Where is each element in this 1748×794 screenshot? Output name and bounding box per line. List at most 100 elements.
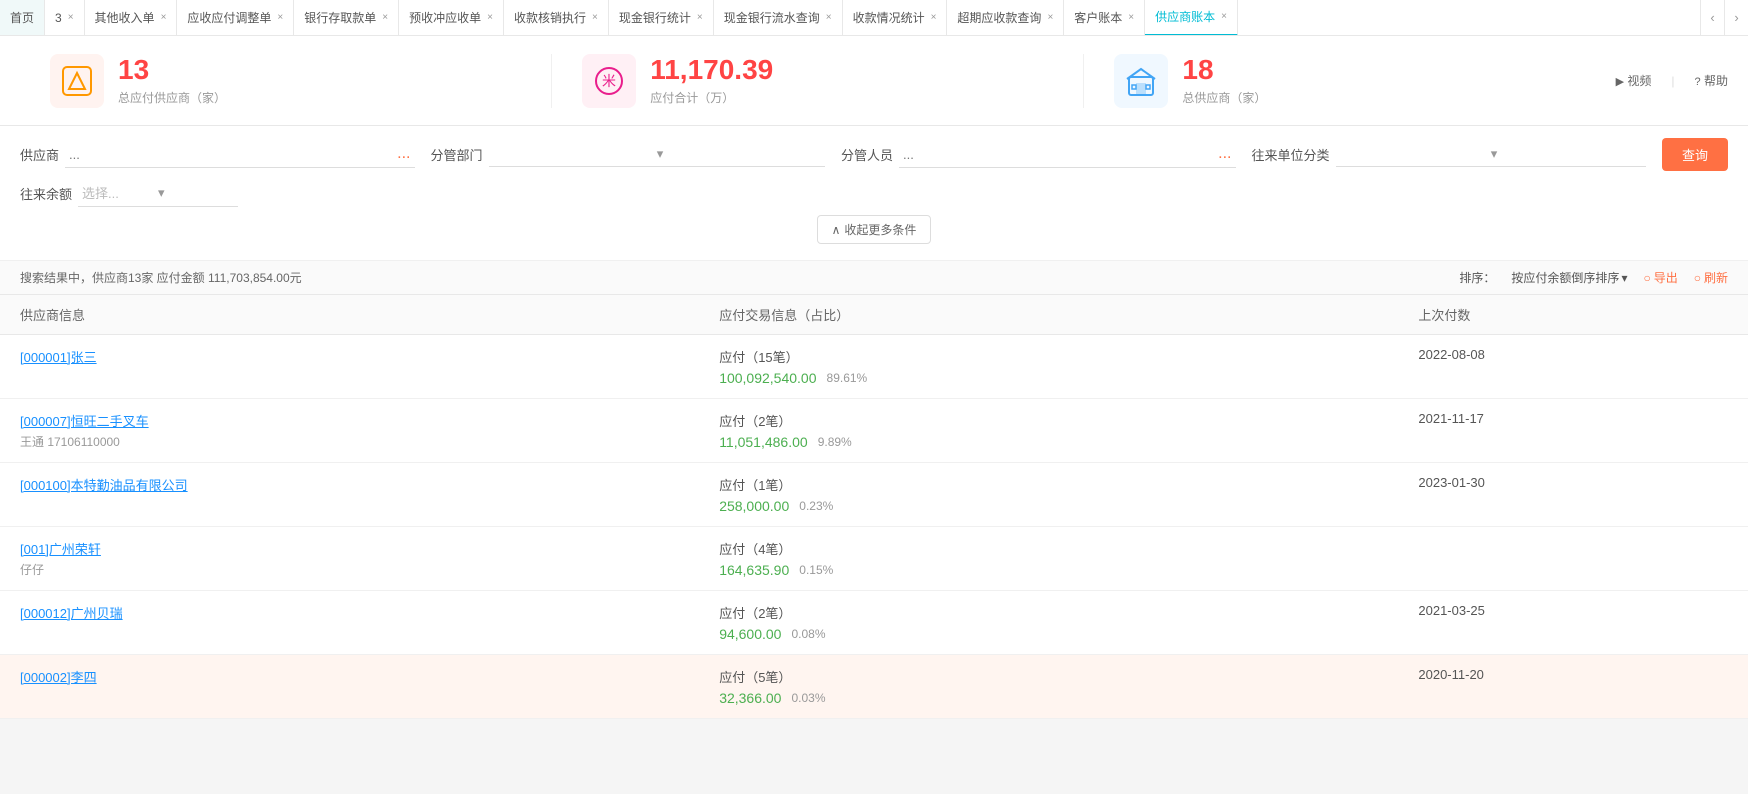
filter-row-2: 往来余额 选择... ▾ — [20, 179, 1728, 207]
dept-label: 分管部门 — [431, 145, 483, 164]
nav-tab-4[interactable]: 银行存取款单× — [294, 0, 399, 36]
close-tab-6[interactable]: × — [592, 12, 598, 23]
person-input[interactable] — [903, 147, 1218, 162]
close-tab-7[interactable]: × — [697, 12, 703, 23]
amount-value-4: 94,600.00 — [719, 626, 781, 642]
supplier-input[interactable] — [69, 147, 397, 162]
cell-last-payment-1: 2021-11-17 — [1398, 399, 1748, 463]
nav-tab-6[interactable]: 收款核销执行× — [504, 0, 609, 36]
col-header-supplier: 供应商信息 — [0, 295, 699, 335]
balance-value: 选择... — [82, 183, 158, 202]
summary-card-text-2: 18总供应商（家） — [1182, 55, 1266, 106]
supplier-dots[interactable]: ... — [397, 145, 410, 163]
supplier-link-1[interactable]: [000007]恒旺二手叉车 — [20, 414, 149, 429]
nav-tab-2[interactable]: 其他收入单× — [85, 0, 178, 36]
nav-tab-12[interactable]: 供应商账本× — [1145, 0, 1238, 36]
nav-tab-5[interactable]: 预收冲应收单× — [399, 0, 504, 36]
refresh-button[interactable]: ○ 刷新 — [1694, 269, 1728, 286]
cell-last-payment-0: 2022-08-08 — [1398, 335, 1748, 399]
summary-card-label-0: 总应付供应商（家） — [118, 89, 226, 106]
dept-filter: 分管部门 ▾ — [431, 142, 826, 167]
supplier-sub-3: 仔仔 — [20, 561, 679, 578]
export-button[interactable]: ○ 导出 — [1643, 269, 1677, 286]
search-button[interactable]: 查询 — [1662, 138, 1728, 171]
category-label: 往来单位分类 — [1252, 145, 1330, 164]
person-dots[interactable]: ... — [1218, 145, 1231, 163]
close-tab-12[interactable]: × — [1221, 11, 1227, 22]
video-link[interactable]: ▶ 视频 — [1616, 72, 1652, 89]
amount-value-2: 258,000.00 — [719, 498, 789, 514]
amount-percent-3: 0.15% — [799, 563, 833, 577]
supplier-link-4[interactable]: [000012]广州贝瑞 — [20, 606, 123, 621]
close-tab-8[interactable]: × — [826, 12, 832, 23]
summary-card-number-1: 11,170.39 — [650, 55, 773, 86]
col-header-transaction: 应付交易信息（占比） — [699, 295, 1398, 335]
close-tab-3[interactable]: × — [277, 12, 283, 23]
table-row: [000007]恒旺二手叉车王通 17106110000 应付（2笔）11,051… — [0, 399, 1748, 463]
summary-card-0: 13 总应付供应商（家） — [20, 54, 552, 108]
supplier-input-wrapper[interactable]: ... — [65, 141, 414, 168]
close-tab-1[interactable]: × — [68, 12, 74, 23]
collapse-button[interactable]: ∧ 收起更多条件 — [817, 215, 932, 244]
cell-supplier-5: [000002]李四 — [0, 655, 699, 719]
cell-transaction-4: 应付（2笔）94,600.000.08% — [699, 591, 1398, 655]
amount-percent-1: 9.89% — [818, 435, 852, 449]
close-tab-4[interactable]: × — [382, 12, 388, 23]
supplier-link-3[interactable]: [001]广州荣轩 — [20, 542, 101, 557]
help-link[interactable]: ? 帮助 — [1695, 72, 1728, 89]
amount-label-5: 应付（5笔） — [719, 667, 1378, 686]
supplier-link-5[interactable]: [000002]李四 — [20, 670, 97, 685]
cell-transaction-5: 应付（5笔）32,366.000.03% — [699, 655, 1398, 719]
supplier-sub-1: 王通 17106110000 — [20, 433, 679, 450]
close-tab-2[interactable]: × — [161, 12, 167, 23]
nav-tab-3[interactable]: 应收应付调整单× — [177, 0, 294, 36]
summary-card-number-2: 18 — [1182, 55, 1266, 86]
cell-last-payment-3 — [1398, 527, 1748, 591]
cell-supplier-0: [000001]张三 — [0, 335, 699, 399]
svg-text:米: 米 — [602, 73, 616, 89]
person-input-wrapper[interactable]: ... — [899, 141, 1235, 168]
sort-label: 排序： — [1459, 269, 1495, 286]
summary-card-icon-1: 米 — [582, 54, 636, 108]
amount-label-3: 应付（4笔） — [719, 539, 1378, 558]
nav-tab-7[interactable]: 现金银行统计× — [609, 0, 714, 36]
cell-last-payment-4: 2021-03-25 — [1398, 591, 1748, 655]
table-container: 供应商信息 应付交易信息（占比） 上次付数 [000001]张三应付（15笔）1… — [0, 295, 1748, 719]
category-select[interactable]: ▾ — [1336, 142, 1646, 167]
nav-arrow-right[interactable]: › — [1724, 0, 1748, 36]
supplier-link-2[interactable]: [000100]本特勤油品有限公司 — [20, 478, 188, 493]
close-tab-9[interactable]: × — [931, 12, 937, 23]
dept-select[interactable]: ▾ — [489, 142, 825, 167]
nav-tab-0[interactable]: 首页 — [0, 0, 45, 36]
table-header-row: 供应商信息 应付交易信息（占比） 上次付数 — [0, 295, 1748, 335]
nav-arrow-left[interactable]: ‹ — [1700, 0, 1724, 36]
amount-percent-2: 0.23% — [799, 499, 833, 513]
close-tab-10[interactable]: × — [1047, 12, 1053, 23]
nav-tab-11[interactable]: 客户账本× — [1064, 0, 1145, 36]
cell-supplier-3: [001]广州荣轩仔仔 — [0, 527, 699, 591]
help-icon: ? — [1695, 76, 1701, 88]
balance-select[interactable]: 选择... ▾ — [78, 179, 238, 207]
nav-tab-9[interactable]: 收款情况统计× — [843, 0, 948, 36]
summary-bar: 13 总应付供应商（家） 米 11,170.39 应付合计（万） 18总供应商（家） ▶ … — [0, 36, 1748, 126]
amount-percent-0: 89.61% — [827, 371, 868, 385]
amount-percent-4: 0.08% — [791, 627, 825, 641]
cell-transaction-1: 应付（2笔）11,051,486.009.89% — [699, 399, 1398, 463]
summary-card-icon-2 — [1114, 54, 1168, 108]
cell-last-payment-2: 2023-01-30 — [1398, 463, 1748, 527]
nav-tab-8[interactable]: 现金银行流水查询× — [714, 0, 843, 36]
collapse-icon: ∧ — [832, 223, 841, 237]
close-tab-11[interactable]: × — [1128, 12, 1134, 23]
filter-area: 供应商 ... 分管部门 ▾ 分管人员 ... 往来单位分类 — [0, 126, 1748, 261]
supplier-table: 供应商信息 应付交易信息（占比） 上次付数 [000001]张三应付（15笔）1… — [0, 295, 1748, 719]
summary-card-number-0: 13 — [118, 55, 226, 86]
summary-card-label-1: 应付合计（万） — [650, 89, 773, 106]
action-divider: | — [1671, 74, 1674, 88]
nav-tab-1[interactable]: 3× — [45, 0, 85, 36]
table-row: [000002]李四应付（5笔）32,366.000.03%2020-11-20 — [0, 655, 1748, 719]
nav-tab-10[interactable]: 超期应收款查询× — [947, 0, 1064, 36]
sort-button[interactable]: 按应付余额倒序排序 ▾ — [1511, 269, 1627, 286]
supplier-link-0[interactable]: [000001]张三 — [20, 350, 97, 365]
sort-chevron-icon: ▾ — [1621, 271, 1627, 285]
close-tab-5[interactable]: × — [487, 12, 493, 23]
